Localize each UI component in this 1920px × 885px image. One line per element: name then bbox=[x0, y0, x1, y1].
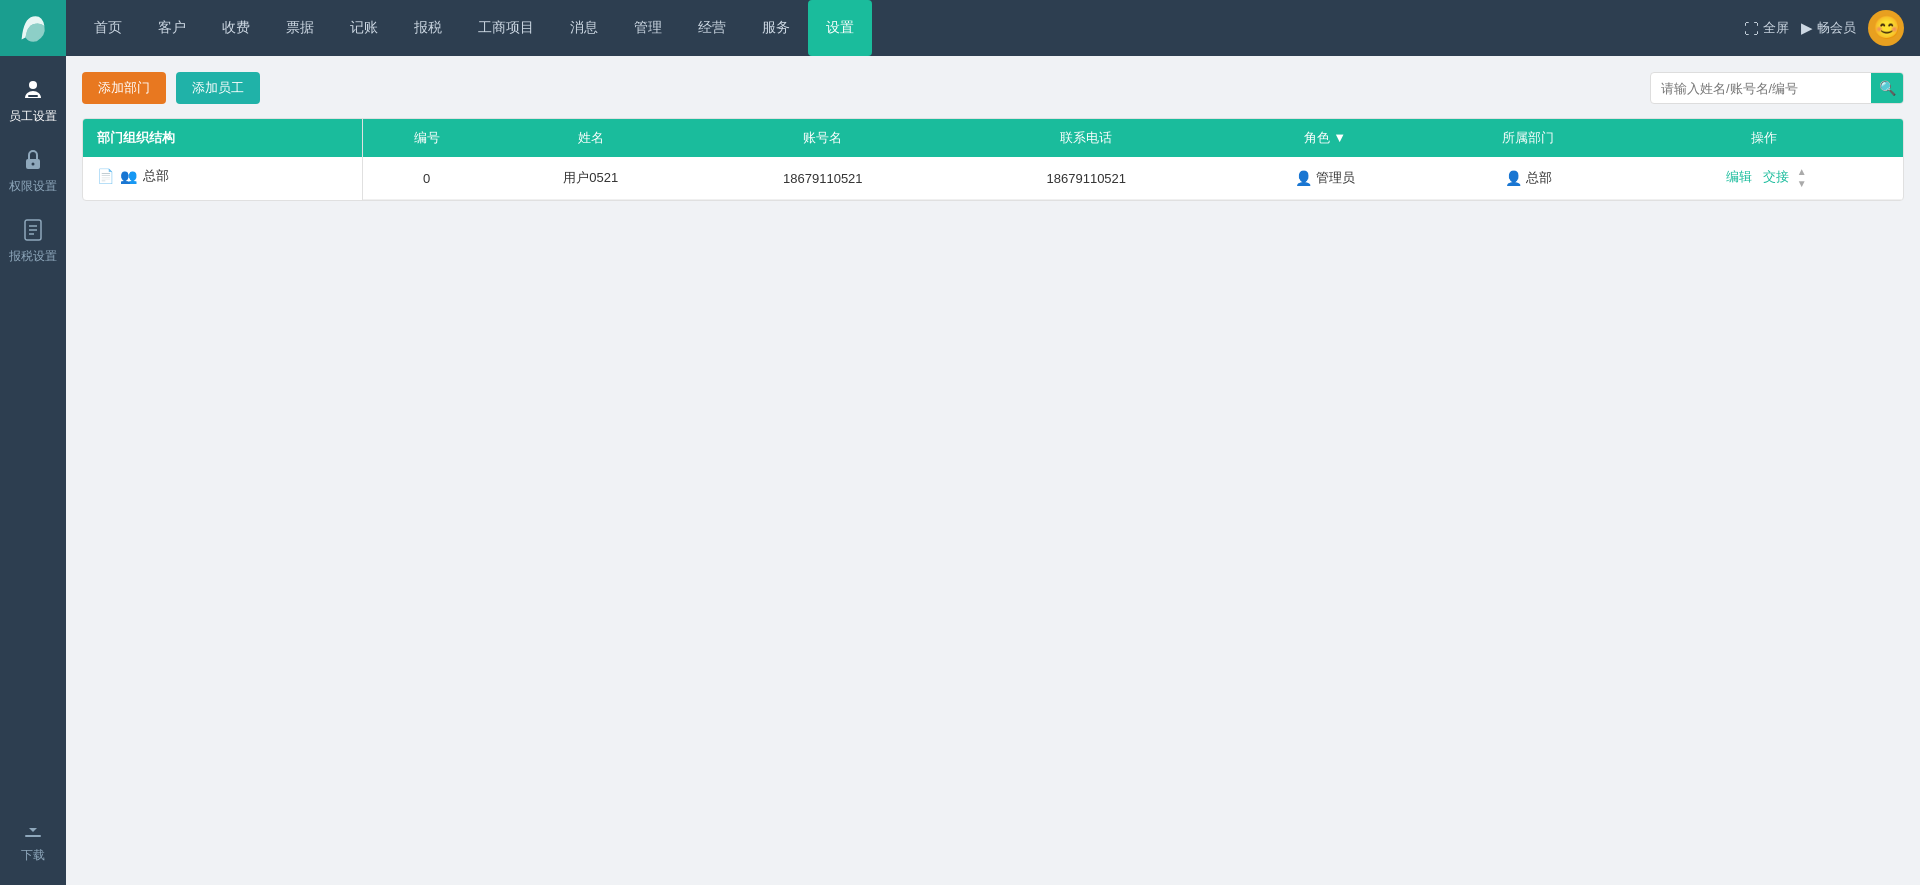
emp-table: 编号 姓名 账号名 联系电话 角色 ▼ 所属部门 操作 0 用户0521 bbox=[363, 119, 1903, 200]
svg-point-0 bbox=[29, 81, 37, 89]
role-icon: 👤 bbox=[1295, 170, 1312, 186]
table-row: 0 用户0521 18679110521 18679110521 👤 管理员 bbox=[363, 157, 1903, 200]
sidebar-item-download-label: 下载 bbox=[21, 847, 45, 864]
nav-right: ⛶ 全屏 ▶ 畅会员 😊 bbox=[1744, 10, 1920, 46]
top-nav: 首页 客户 收费 票据 记账 报税 工商项目 消息 管理 经营 服务 设置 ⛶ … bbox=[0, 0, 1920, 56]
main-content: 添加部门 添加员工 🔍 部门组织结构 📄 👥 总部 bbox=[66, 56, 1920, 885]
sidebar-item-permission[interactable]: 权限设置 bbox=[0, 136, 66, 206]
sidebar-item-employee-label: 员工设置 bbox=[9, 108, 57, 125]
search-icon: 🔍 bbox=[1879, 80, 1896, 96]
nav-fee[interactable]: 收费 bbox=[204, 0, 268, 56]
download-icon bbox=[21, 817, 45, 841]
dept-label: 总部 bbox=[1526, 169, 1552, 187]
sidebar-item-tax[interactable]: 报税设置 bbox=[0, 206, 66, 276]
sidebar-item-download[interactable]: 下载 bbox=[0, 805, 66, 875]
col-action: 操作 bbox=[1625, 119, 1903, 157]
role-label: 管理员 bbox=[1316, 169, 1355, 187]
transfer-button[interactable]: 交接 bbox=[1763, 169, 1789, 184]
cell-role: 👤 管理员 bbox=[1218, 157, 1432, 200]
nav-account[interactable]: 记账 bbox=[332, 0, 396, 56]
cell-name: 用户0521 bbox=[490, 157, 691, 200]
svg-rect-1 bbox=[28, 95, 38, 97]
cell-account: 18679110521 bbox=[691, 157, 954, 200]
sidebar-item-tax-label: 报税设置 bbox=[9, 248, 57, 265]
scroll-arrows[interactable]: ▲ ▼ bbox=[1797, 167, 1807, 189]
dept-tree-item-headquarters[interactable]: 📄 👥 总部 bbox=[83, 157, 362, 195]
layout: 员工设置 权限设置 报税设置 bbox=[0, 56, 1920, 885]
nav-settings[interactable]: 设置 bbox=[808, 0, 872, 56]
logo bbox=[0, 0, 66, 56]
toolbar: 添加部门 添加员工 🔍 bbox=[82, 72, 1904, 104]
nav-home[interactable]: 首页 bbox=[76, 0, 140, 56]
arrow-down-icon: ▼ bbox=[1797, 179, 1807, 189]
nav-manage[interactable]: 管理 bbox=[616, 0, 680, 56]
avatar[interactable]: 😊 bbox=[1868, 10, 1904, 46]
cell-id: 0 bbox=[363, 157, 490, 200]
tax-icon bbox=[21, 218, 45, 242]
sidebar: 员工设置 权限设置 报税设置 bbox=[0, 56, 66, 885]
nav-message[interactable]: 消息 bbox=[552, 0, 616, 56]
col-dept: 所属部门 bbox=[1432, 119, 1625, 157]
nav-business[interactable]: 工商项目 bbox=[460, 0, 552, 56]
content-panel: 部门组织结构 📄 👥 总部 编号 姓名 账号名 联系电话 bbox=[82, 118, 1904, 201]
arrow-up-icon: ▲ bbox=[1797, 167, 1807, 177]
person-icon bbox=[21, 78, 45, 102]
file-icon: 📄 bbox=[97, 168, 114, 184]
dept-user-icon: 👥 bbox=[120, 168, 137, 184]
col-id: 编号 bbox=[363, 119, 490, 157]
col-name: 姓名 bbox=[490, 119, 691, 157]
col-account: 账号名 bbox=[691, 119, 954, 157]
dept-badge-icon: 👤 bbox=[1505, 170, 1522, 186]
dept-tree-header: 部门组织结构 bbox=[83, 119, 362, 157]
vip-btn[interactable]: ▶ 畅会员 bbox=[1801, 19, 1856, 37]
add-dept-button[interactable]: 添加部门 bbox=[82, 72, 166, 104]
nav-bill[interactable]: 票据 bbox=[268, 0, 332, 56]
edit-button[interactable]: 编辑 bbox=[1726, 169, 1752, 184]
svg-rect-8 bbox=[25, 835, 41, 837]
search-input[interactable] bbox=[1651, 81, 1871, 96]
dept-name-headquarters: 总部 bbox=[143, 167, 169, 185]
cell-dept: 👤 总部 bbox=[1432, 157, 1625, 200]
nav-service[interactable]: 服务 bbox=[744, 0, 808, 56]
col-role[interactable]: 角色 ▼ bbox=[1218, 119, 1432, 157]
employee-table: 编号 姓名 账号名 联系电话 角色 ▼ 所属部门 操作 0 用户0521 bbox=[363, 119, 1903, 200]
col-phone: 联系电话 bbox=[955, 119, 1218, 157]
svg-point-3 bbox=[32, 162, 35, 165]
nav-items: 首页 客户 收费 票据 记账 报税 工商项目 消息 管理 经营 服务 设置 bbox=[66, 0, 1744, 56]
nav-operation[interactable]: 经营 bbox=[680, 0, 744, 56]
cell-phone: 18679110521 bbox=[955, 157, 1218, 200]
nav-client[interactable]: 客户 bbox=[140, 0, 204, 56]
vip-label: 畅会员 bbox=[1817, 19, 1856, 37]
sidebar-item-employee[interactable]: 员工设置 bbox=[0, 66, 66, 136]
cell-actions: 编辑 交接 ▲ ▼ bbox=[1625, 157, 1903, 200]
nav-tax[interactable]: 报税 bbox=[396, 0, 460, 56]
fullscreen-btn[interactable]: ⛶ 全屏 bbox=[1744, 19, 1789, 37]
search-button[interactable]: 🔍 bbox=[1871, 72, 1903, 104]
lock-icon bbox=[21, 148, 45, 172]
sidebar-item-permission-label: 权限设置 bbox=[9, 178, 57, 195]
fullscreen-label: 全屏 bbox=[1763, 19, 1789, 37]
add-emp-button[interactable]: 添加员工 bbox=[176, 72, 260, 104]
search-area: 🔍 bbox=[1650, 72, 1904, 104]
dept-tree: 部门组织结构 📄 👥 总部 bbox=[83, 119, 363, 200]
